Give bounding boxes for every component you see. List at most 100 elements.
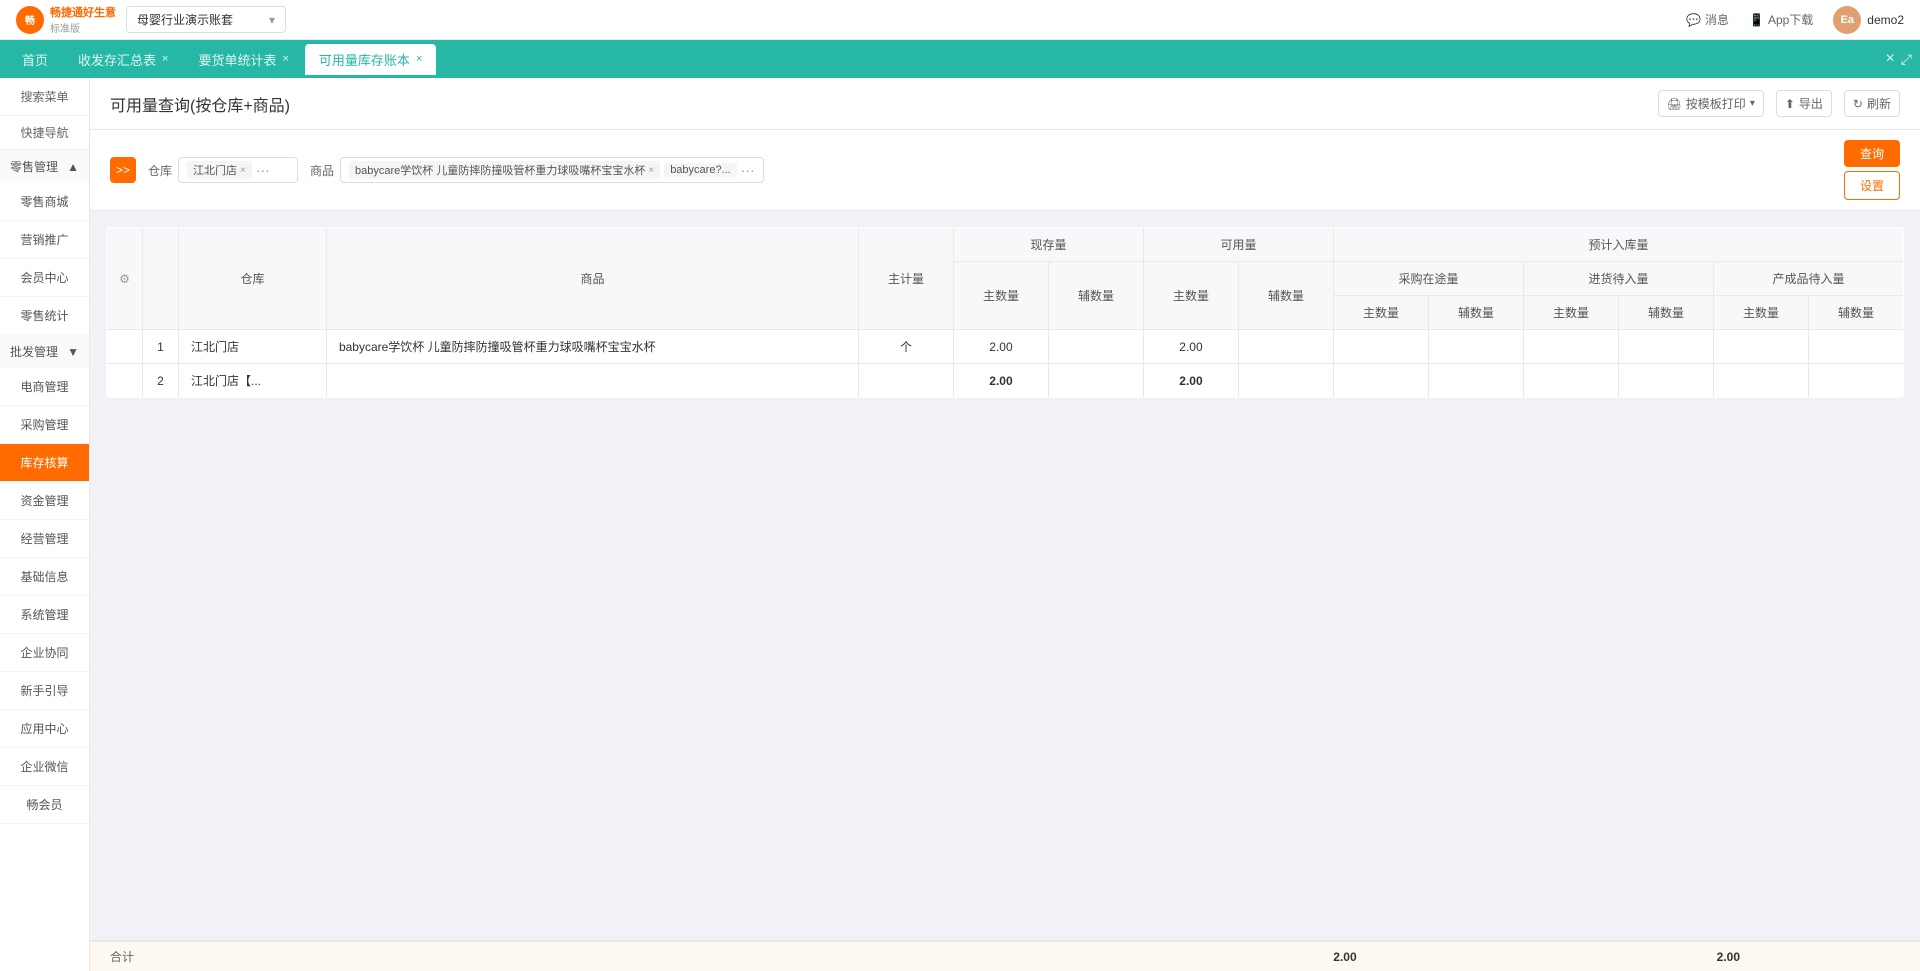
sidebar-item-retail-mgmt[interactable]: 零售管理 ▲	[0, 150, 89, 183]
message-action[interactable]: 💬 消息	[1686, 11, 1729, 28]
chevron-down-icon: ▼	[67, 345, 79, 359]
sidebar-item-batch-mgmt[interactable]: 批发管理 ▼	[0, 335, 89, 368]
col-header-current-main: 主数量	[953, 262, 1048, 330]
top-bar-right: 💬 消息 📱 App下载 Ea demo2	[1686, 6, 1904, 34]
main-layout: 搜索菜单 快捷导航 零售管理 ▲ 零售商城 营销推广 会员中心 零售统计 批发管…	[0, 78, 1920, 971]
footer-current-main: 2.00	[1333, 950, 1356, 964]
tab-receipt-summary[interactable]: 收发存汇总表 ×	[64, 44, 182, 75]
row2-warehouse: 江北门店【...	[179, 364, 327, 398]
nav-tabs: 首页 收发存汇总表 × 要货单统计表 × 可用量库存账本 × × ⤢	[0, 40, 1920, 78]
table-settings-icon[interactable]: ⚙	[119, 272, 130, 286]
logo-text: 畅捷通好生意 标准版	[50, 4, 116, 35]
print-template-btn[interactable]: 🖨 按模板打印 ▾	[1658, 90, 1764, 117]
row1-product: babycare学饮杯 儿童防摔防撞吸管杯重力球吸嘴杯宝宝水杯	[326, 330, 858, 364]
row1-main-unit: 个	[858, 330, 953, 364]
row2-main-unit	[858, 364, 953, 398]
chevron-up-icon: ▲	[67, 160, 79, 174]
footer-label: 合计	[110, 948, 134, 965]
tab-order-stats[interactable]: 要货单统计表 ×	[184, 44, 302, 75]
sidebar-item-app-center[interactable]: 应用中心	[0, 710, 89, 748]
app-download-action[interactable]: 📱 App下载	[1749, 11, 1813, 28]
sidebar-item-basic-info[interactable]: 基础信息	[0, 558, 89, 596]
expand-tabs-btn[interactable]: ⤢	[1901, 51, 1912, 68]
expand-filter-btn[interactable]: >>	[110, 157, 136, 183]
col-header-main-unit: 主计量	[858, 228, 953, 330]
row2-purchase-transit-aux	[1428, 364, 1523, 398]
table-footer: 合计 2.00 2.00	[90, 940, 1920, 971]
settings-button[interactable]: 设置	[1844, 171, 1900, 200]
sidebar-item-inventory[interactable]: 库存核算	[0, 444, 89, 482]
row2-avail-aux	[1238, 364, 1333, 398]
sidebar-item-enterprise-collab[interactable]: 企业协同	[0, 634, 89, 672]
sidebar-item-purchase[interactable]: 采购管理	[0, 406, 89, 444]
product-input[interactable]: babycare学饮杯 儿童防摔防撞吸管杯重力球吸嘴杯宝宝水杯 × babyca…	[340, 157, 764, 183]
row2-inbound-pending-main	[1523, 364, 1618, 398]
print-icon: 🖨	[1667, 97, 1682, 111]
product-more-btn[interactable]: ···	[741, 162, 755, 178]
sidebar-item-operations[interactable]: 经营管理	[0, 520, 89, 558]
top-bar: 畅 畅捷通好生意 标准版 母婴行业演示账套 ▾ 💬 消息 📱 App下载 Ea …	[0, 0, 1920, 40]
sidebar-item-system[interactable]: 系统管理	[0, 596, 89, 634]
nav-tabs-actions: × ⤢	[1885, 50, 1912, 68]
query-button[interactable]: 查询	[1844, 140, 1900, 167]
tab-home[interactable]: 首页	[8, 44, 62, 75]
table-area: ⚙ 仓库 商品 主计量 现存量 可用量 预计入库量 主数量 辅数量 主数量	[90, 211, 1920, 940]
sidebar-item-member-center[interactable]: 会员中心	[0, 259, 89, 297]
row2-product	[326, 364, 858, 398]
sidebar-item-retail-stats[interactable]: 零售统计	[0, 297, 89, 335]
warehouse-input[interactable]: 江北门店 × ···	[178, 157, 298, 183]
sidebar-item-new-guide[interactable]: 新手引导	[0, 672, 89, 710]
footer-avail-main: 2.00	[1717, 950, 1740, 964]
page-title: 可用量查询(按仓库+商品)	[110, 92, 290, 128]
search-menu-label[interactable]: 搜索菜单	[8, 88, 81, 105]
sidebar-item-ecommerce[interactable]: 电商管理	[0, 368, 89, 406]
col-header-production-pending-aux: 辅数量	[1808, 296, 1903, 330]
product-tag-1: babycare学饮杯 儿童防摔防撞吸管杯重力球吸嘴杯宝宝水杯 ×	[349, 161, 660, 179]
tab-available-ledger[interactable]: 可用量库存账本 ×	[305, 44, 436, 75]
col-header-current-stock: 现存量	[953, 228, 1143, 262]
row1-current-aux	[1048, 330, 1143, 364]
quick-nav-label[interactable]: 快捷导航	[0, 116, 89, 150]
sidebar-item-retail-mall[interactable]: 零售商城	[0, 183, 89, 221]
col-header-purchase-transit: 采购在途量	[1333, 262, 1523, 296]
row2-purchase-transit-main	[1333, 364, 1428, 398]
col-header-avail-main: 主数量	[1143, 262, 1238, 330]
warehouse-filter-group: 仓库 江北门店 × ···	[148, 157, 298, 183]
industry-selector[interactable]: 母婴行业演示账套 ▾	[126, 6, 286, 33]
product-tag-1-close[interactable]: ×	[648, 165, 654, 176]
export-btn[interactable]: ⬆ 导出	[1776, 90, 1832, 117]
refresh-icon: ↻	[1853, 97, 1863, 111]
row1-settings	[107, 330, 143, 364]
table-row: 2 江北门店【... 2.00 2.00	[107, 364, 1904, 398]
sidebar-item-marketing[interactable]: 营销推广	[0, 221, 89, 259]
row1-avail-main: 2.00	[1143, 330, 1238, 364]
sidebar-item-enterprise-wechat[interactable]: 企业微信	[0, 748, 89, 786]
page-header: 可用量查询(按仓库+商品) 🖨 按模板打印 ▾ ⬆ 导出 ↻ 刷新	[90, 78, 1920, 130]
close-all-tabs-btn[interactable]: ×	[1885, 50, 1894, 68]
sidebar-item-finance[interactable]: 资金管理	[0, 482, 89, 520]
sidebar: 搜索菜单 快捷导航 零售管理 ▲ 零售商城 营销推广 会员中心 零售统计 批发管…	[0, 78, 90, 971]
tab-close-receipt[interactable]: ×	[162, 53, 168, 65]
tab-close-available[interactable]: ×	[416, 53, 422, 65]
message-icon: 💬	[1686, 13, 1701, 27]
refresh-btn[interactable]: ↻ 刷新	[1844, 90, 1900, 117]
tab-close-order[interactable]: ×	[282, 53, 288, 65]
col-header-production-pending: 产成品待入量	[1713, 262, 1903, 296]
row1-warehouse: 江北门店	[179, 330, 327, 364]
export-icon: ⬆	[1785, 97, 1795, 111]
row2-current-aux	[1048, 364, 1143, 398]
row1-production-pending-aux	[1808, 330, 1903, 364]
product-tag-2: babycare?...	[664, 163, 737, 177]
print-chevron-icon: ▾	[1750, 98, 1755, 109]
col-header-product: 商品	[326, 228, 858, 330]
user-area[interactable]: Ea demo2	[1833, 6, 1904, 34]
warehouse-tag-close[interactable]: ×	[240, 165, 246, 176]
logo-area: 畅 畅捷通好生意 标准版	[16, 4, 116, 35]
sidebar-search[interactable]: 搜索菜单	[0, 78, 89, 116]
warehouse-more-btn[interactable]: ···	[256, 162, 270, 178]
sidebar-item-vip-member[interactable]: 畅会员	[0, 786, 89, 824]
row1-production-pending-main	[1713, 330, 1808, 364]
filter-bar: >> 仓库 江北门店 × ··· 商品 babycare学饮杯 儿童防摔防撞吸管…	[90, 130, 1920, 211]
row2-production-pending-main	[1713, 364, 1808, 398]
col-header-production-pending-main: 主数量	[1713, 296, 1808, 330]
